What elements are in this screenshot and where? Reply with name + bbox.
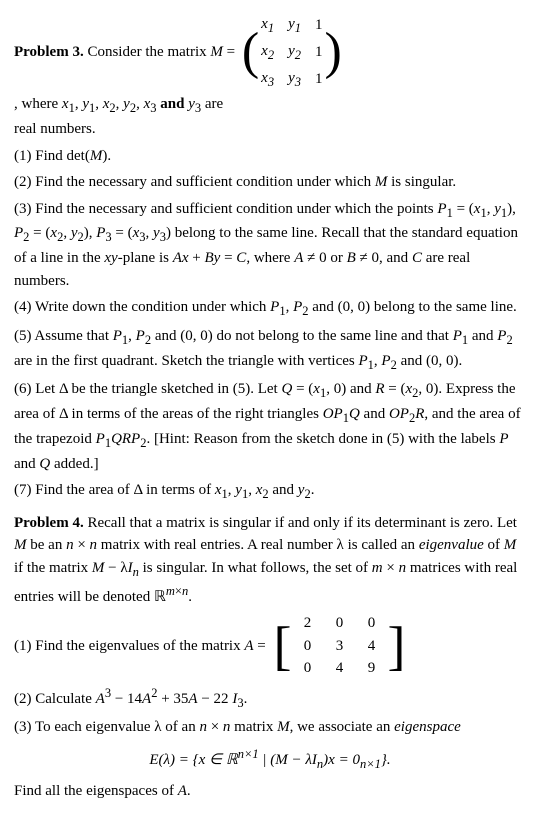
m13: 1 <box>315 13 323 37</box>
m32: y3 <box>288 66 301 92</box>
problem3-block: Problem 3. Consider the matrix M = ( x1 … <box>14 12 526 504</box>
a23: 4 <box>357 635 385 658</box>
p4-part2: (2) Calculate A3 − 14A2 + 35A − 22 I3. <box>14 684 526 713</box>
m31: x3 <box>261 66 274 92</box>
real-numbers-line: real numbers. <box>14 118 526 141</box>
where-text: , where x1, y1, x2, y2, x3 and y3 are <box>14 92 223 118</box>
matrix-M: ( x1 y1 1 x2 y2 1 x3 y3 1 ) <box>242 12 342 92</box>
p3-part5: (5) Assume that P1, P2 and (0, 0) do not… <box>14 325 526 375</box>
matrix-A-grid: 2 0 0 0 3 4 0 4 9 <box>293 612 385 680</box>
a22: 3 <box>325 635 353 658</box>
m21: x2 <box>261 39 274 65</box>
problem4-block: Problem 4. Recall that a matrix is singu… <box>14 512 526 802</box>
problem3-title: Problem 3. <box>14 40 84 64</box>
p4-intro: Problem 4. Recall that a matrix is singu… <box>14 512 526 608</box>
p3-part3: (3) Find the necessary and sufficient co… <box>14 198 526 293</box>
p3-part2: (2) Find the necessary and sufficient co… <box>14 171 526 194</box>
matrix-left-paren: ( <box>242 26 259 78</box>
eigenspace-equation: E(λ) = {x ∈ ℝn×1 | (M − λIn)x = 0n×1}. <box>14 745 526 774</box>
p3-part6: (6) Let Δ be the triangle sketched in (5… <box>14 378 526 475</box>
a33: 9 <box>357 657 385 680</box>
sq-right: ] <box>387 619 405 673</box>
m33: 1 <box>315 67 323 91</box>
p4-part3: (3) To each eigenvalue λ of an n × n mat… <box>14 716 526 739</box>
p3-part4: (4) Write down the condition under which… <box>14 296 526 321</box>
a13: 0 <box>357 612 385 635</box>
a21: 0 <box>293 635 321 658</box>
problem3-intro: Problem 3. Consider the matrix M = ( x1 … <box>14 12 526 118</box>
p3-part7: (7) Find the area of Δ in terms of x1, y… <box>14 479 526 504</box>
m22: y2 <box>288 39 301 65</box>
a31: 0 <box>293 657 321 680</box>
p4-part1: (1) Find the eigenvalues of the matrix A… <box>14 612 526 680</box>
matrix-A: [ 2 0 0 0 3 4 0 4 9 ] <box>274 612 406 680</box>
matrix-M-grid: x1 y1 1 x2 y2 1 x3 y3 1 <box>261 12 322 92</box>
m23: 1 <box>315 40 323 64</box>
problem4-title: Problem 4. <box>14 515 84 531</box>
p3-part1: (1) Find det(M). <box>14 145 526 168</box>
m11: x1 <box>261 12 274 38</box>
a32: 4 <box>325 657 353 680</box>
p4-final: Find all the eigenspaces of A. <box>14 780 526 803</box>
problem3-intro-text: Consider the matrix M = <box>87 40 238 64</box>
sq-left: [ <box>274 619 292 673</box>
matrix-right-paren: ) <box>325 26 342 78</box>
p4-part1-text: (1) Find the eigenvalues of the matrix A… <box>14 635 270 658</box>
m12: y1 <box>288 12 301 38</box>
a11: 2 <box>293 612 321 635</box>
a12: 0 <box>325 612 353 635</box>
